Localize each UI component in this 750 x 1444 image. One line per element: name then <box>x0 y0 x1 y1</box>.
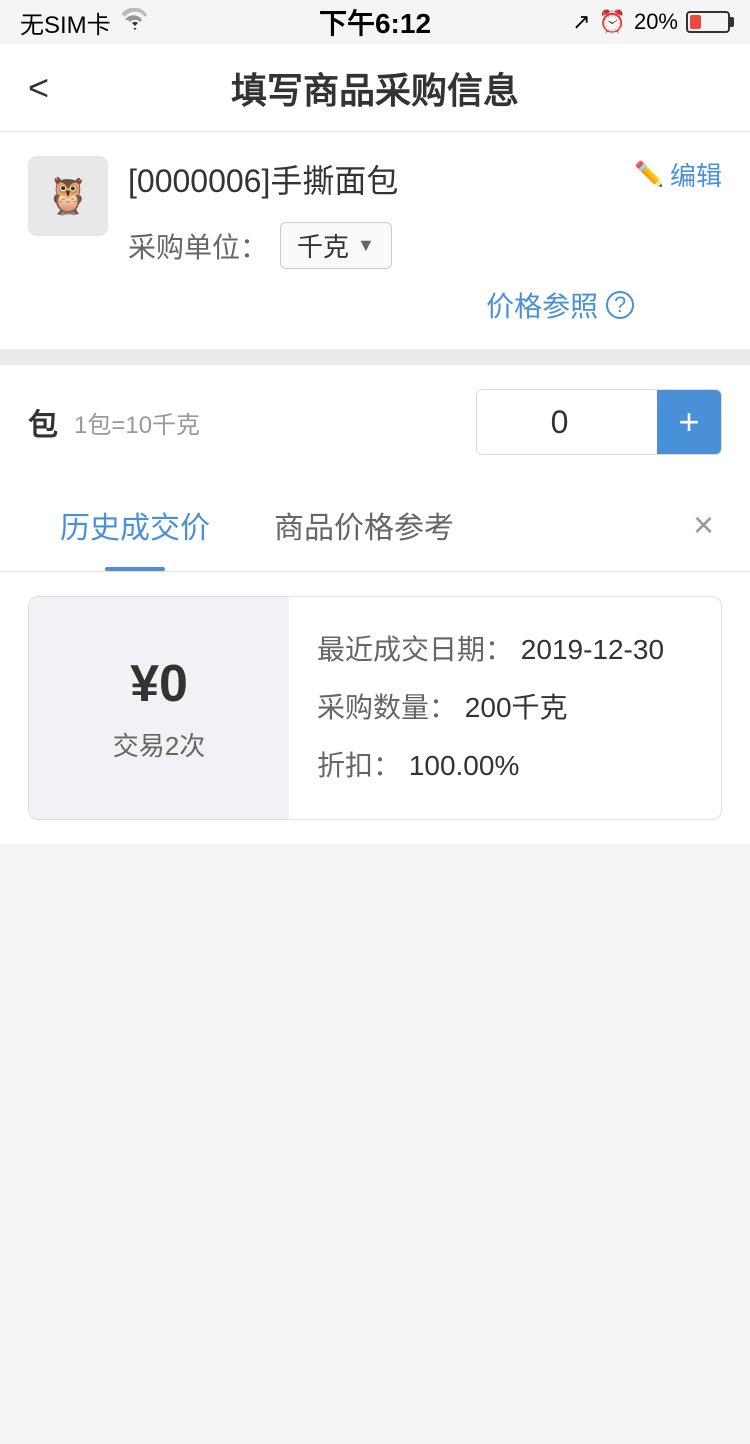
tabs-container: 历史成交价 商品价格参考 <box>28 479 486 571</box>
price-ref-button[interactable]: 价格参照 ? <box>486 285 634 325</box>
battery-icon <box>686 11 730 33</box>
status-left: 无SIM卡 <box>20 5 149 40</box>
price-ref-row: 价格参照 ? <box>128 285 634 325</box>
status-right: ↗ ⏰ 20% <box>572 9 730 35</box>
price-ref-help-icon: ? <box>606 291 634 319</box>
nav-bar: < 填写商品采购信息 <box>0 44 750 132</box>
edit-icon: ✏️ <box>634 160 664 189</box>
quantity-plus-button[interactable]: + <box>657 390 721 454</box>
unit-value: 千克 <box>297 227 349 264</box>
unit-arrow-icon: ▼ <box>357 235 375 256</box>
quantity-left: 包 1包=10千克 <box>28 400 200 444</box>
transaction-card: ¥0 交易2次 最近成交日期： 2019-12-30 采购数量： 200千克 折… <box>28 596 722 820</box>
quantity-row: 包 1包=10千克 + <box>0 365 750 479</box>
status-bar: 无SIM卡 下午6:12 ↗ ⏰ 20% <box>0 0 750 44</box>
transaction-date-row: 最近成交日期： 2019-12-30 <box>317 629 693 671</box>
status-time: 下午6:12 <box>319 2 431 42</box>
transaction-quantity-row: 采购数量： 200千克 <box>317 687 693 729</box>
tab-history-price-label: 历史成交价 <box>60 512 210 545</box>
product-info: 🦉 [0000006]手撕面包 采购单位： 千克 ▼ 价格参照 ? <box>28 156 634 325</box>
purchase-unit-row: 采购单位： 千克 ▼ <box>128 222 634 269</box>
product-owl-icon: 🦉 <box>46 175 91 217</box>
purchase-unit-label: 采购单位： <box>128 226 268 266</box>
transaction-quantity-label: 采购数量： <box>317 692 457 723</box>
transaction-list: ¥0 交易2次 最近成交日期： 2019-12-30 采购数量： 200千克 折… <box>0 572 750 844</box>
transaction-discount-label: 折扣： <box>317 750 401 781</box>
bag-label: 包 <box>28 400 58 444</box>
back-button[interactable]: < <box>28 67 49 109</box>
product-name: [0000006]手撕面包 <box>128 156 634 202</box>
transaction-quantity-value: 200千克 <box>465 692 568 723</box>
section-separator <box>0 349 750 365</box>
transaction-date-value: 2019-12-30 <box>521 634 664 665</box>
quantity-input-group: + <box>476 389 722 455</box>
carrier-text: 无SIM卡 <box>20 5 111 40</box>
bag-conversion: 1包=10千克 <box>74 405 200 440</box>
wifi-icon <box>121 8 149 37</box>
edit-button[interactable]: ✏️ 编辑 <box>634 156 722 193</box>
alarm-icon: ⏰ <box>599 9 626 35</box>
price-ref-label: 价格参照 <box>486 285 598 325</box>
transaction-left: ¥0 交易2次 <box>29 597 289 819</box>
close-panel-button[interactable]: × <box>685 496 722 554</box>
product-header: 🦉 [0000006]手撕面包 采购单位： 千克 ▼ 价格参照 ? <box>28 156 722 325</box>
transaction-right: 最近成交日期： 2019-12-30 采购数量： 200千克 折扣： 100.0… <box>289 597 721 819</box>
location-icon: ↗ <box>572 9 590 35</box>
tab-history-price[interactable]: 历史成交价 <box>28 479 242 571</box>
transaction-discount-value: 100.00% <box>409 750 520 781</box>
unit-selector[interactable]: 千克 ▼ <box>280 222 392 269</box>
product-card: 🦉 [0000006]手撕面包 采购单位： 千克 ▼ 价格参照 ? <box>0 132 750 349</box>
product-details: [0000006]手撕面包 采购单位： 千克 ▼ 价格参照 ? <box>128 156 634 325</box>
battery-percent: 20% <box>634 9 678 35</box>
page-title: 填写商品采购信息 <box>231 62 519 114</box>
empty-area <box>0 844 750 1444</box>
quantity-input[interactable] <box>477 390 657 454</box>
tabs-row: 历史成交价 商品价格参考 × <box>0 479 750 572</box>
transaction-discount-row: 折扣： 100.00% <box>317 745 693 787</box>
tab-product-price-ref[interactable]: 商品价格参考 <box>242 479 486 571</box>
tab-product-price-ref-label: 商品价格参考 <box>274 512 454 545</box>
product-thumbnail: 🦉 <box>28 156 108 236</box>
transaction-count: 交易2次 <box>113 726 205 763</box>
transaction-date-label: 最近成交日期： <box>317 634 513 665</box>
edit-label: 编辑 <box>670 156 722 193</box>
bottom-panel: 历史成交价 商品价格参考 × ¥0 交易2次 最近成交日期： 2019-12-3… <box>0 479 750 844</box>
transaction-price: ¥0 <box>130 654 188 714</box>
